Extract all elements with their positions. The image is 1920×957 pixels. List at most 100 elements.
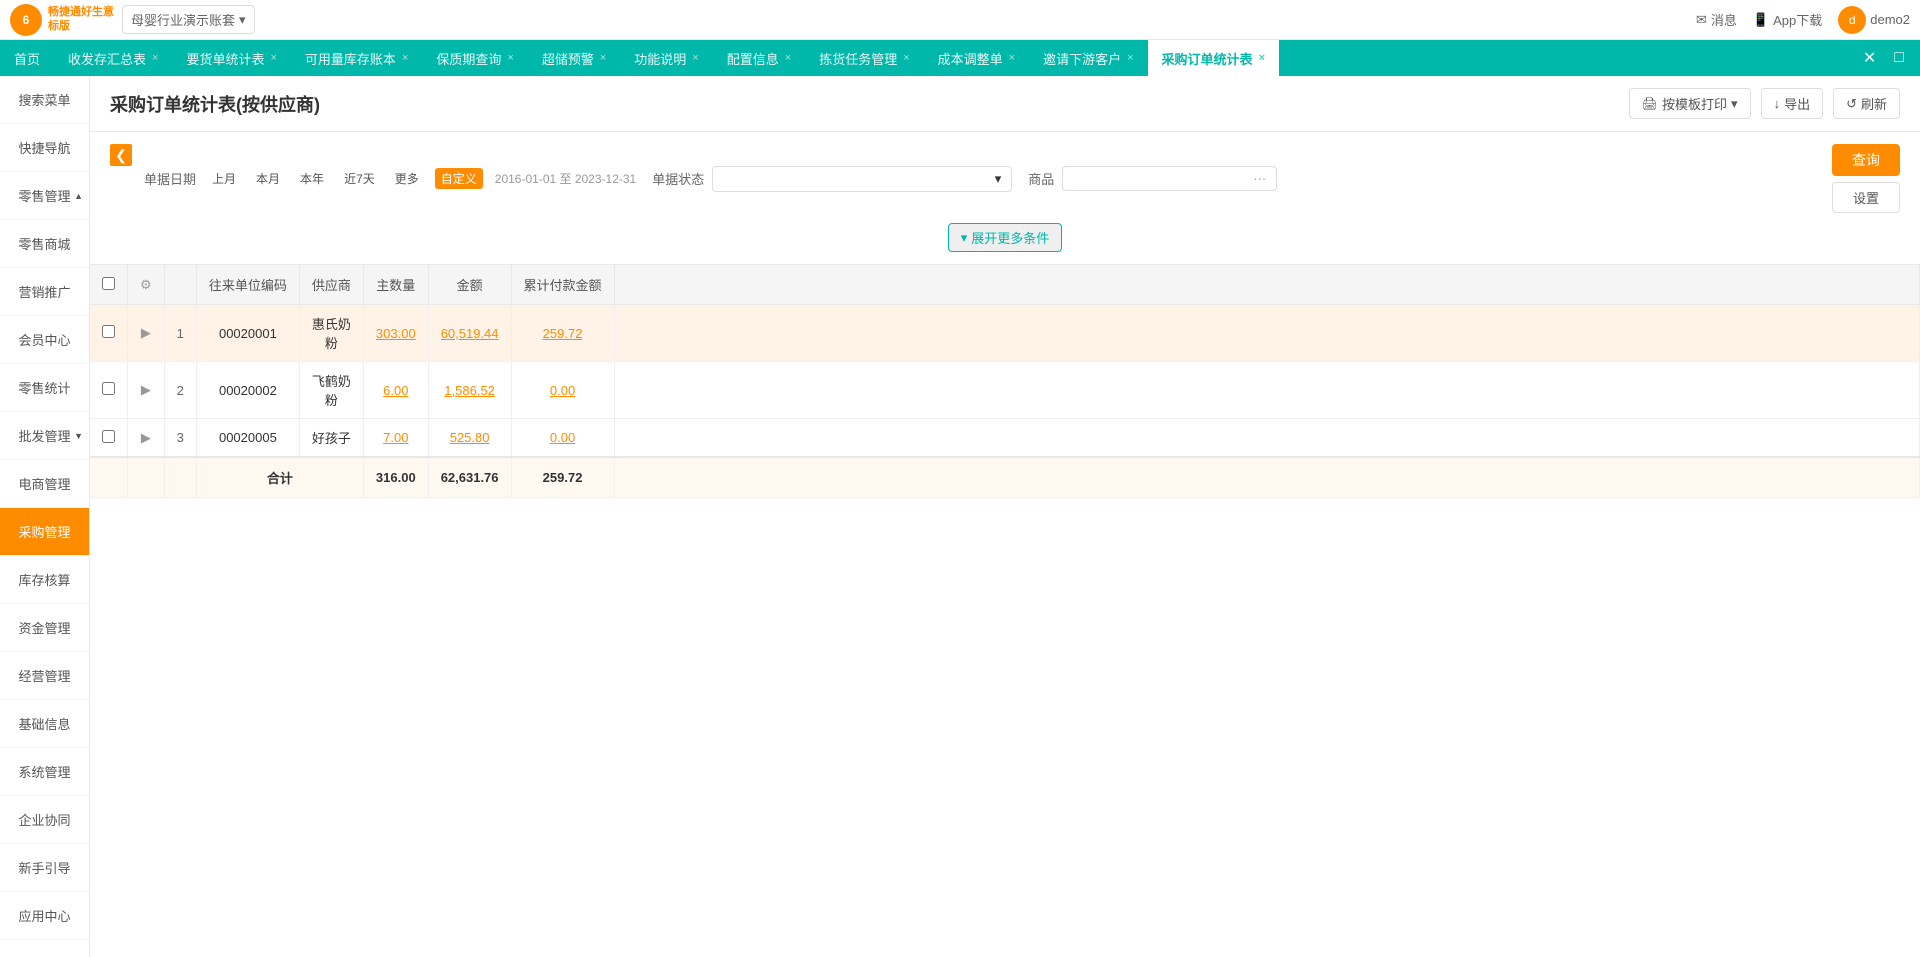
user-area[interactable]: d demo2 <box>1838 6 1910 34</box>
th-code: 往来单位编码 <box>196 265 299 305</box>
workspace-selector[interactable]: 母婴行业演示账套 ▾ <box>122 5 255 34</box>
date-opt-7days[interactable]: 近7天 <box>336 168 383 189</box>
row-checkbox[interactable] <box>102 325 115 338</box>
amount-link[interactable]: 525.80 <box>450 430 490 445</box>
date-opt-more[interactable]: 更多 <box>387 168 427 189</box>
print-button[interactable]: 🖨 按模板打印 ▾ <box>1629 88 1751 119</box>
sidebar-item-wechat[interactable]: 企业微信 <box>0 940 89 957</box>
tab-receive-summary[interactable]: 收发存汇总表 × <box>54 40 172 76</box>
status-select[interactable]: ▾ <box>712 166 1012 192</box>
tab-pick-task-close[interactable]: × <box>903 52 909 64</box>
tab-shelf-life-label: 保质期查询 <box>436 49 501 68</box>
sidebar-item-enterprise[interactable]: 企业协同 <box>0 796 89 844</box>
sidebar-item-search-label: 搜索菜单 <box>0 90 89 109</box>
date-opt-this-month[interactable]: 本月 <box>248 168 288 189</box>
select-all-checkbox[interactable] <box>102 277 115 290</box>
amount-link[interactable]: 1,586.52 <box>444 383 495 398</box>
sidebar: 搜索菜单 快捷导航 零售管理 零售商城 营销推广 会员中心 零售统计 批发管理 … <box>0 76 90 957</box>
status-select-chevron: ▾ <box>995 171 1002 187</box>
th-settings[interactable]: ⚙ <box>128 265 165 305</box>
sidebar-item-wholesale[interactable]: 批发管理 <box>0 412 89 460</box>
cell-amount: 525.80 <box>428 419 511 458</box>
row-checkbox[interactable] <box>102 430 115 443</box>
date-opt-last-month[interactable]: 上月 <box>204 168 244 189</box>
tab-overstock[interactable]: 超储预警 × <box>528 40 620 76</box>
tab-function-desc-close[interactable]: × <box>692 52 698 64</box>
tab-receive-summary-close[interactable]: × <box>152 52 158 64</box>
cell-checkbox <box>90 362 128 419</box>
refresh-button[interactable]: ↺ 刷新 <box>1833 88 1900 119</box>
message-btn[interactable]: ✉ 消息 <box>1696 10 1737 29</box>
table-header-row: ⚙ 往来单位编码 供应商 主数量 金额 累计付款金额 <box>90 265 1920 305</box>
quantity-link[interactable]: 7.00 <box>383 430 408 445</box>
sidebar-item-newbie[interactable]: 新手引导 <box>0 844 89 892</box>
sidebar-item-operations[interactable]: 经营管理 <box>0 652 89 700</box>
tab-invite-customer[interactable]: 邀请下游客户 × <box>1029 40 1147 76</box>
amount-link[interactable]: 60,519.44 <box>441 326 499 341</box>
sidebar-item-purchase[interactable]: 采购管理 <box>0 508 89 556</box>
cell-checkbox <box>90 419 128 458</box>
tab-shelf-life[interactable]: 保质期查询 × <box>422 40 527 76</box>
nav-maximize-btn[interactable]: □ <box>1886 45 1912 71</box>
sidebar-item-search[interactable]: 搜索菜单 <box>0 76 89 124</box>
query-button[interactable]: 查询 <box>1832 144 1900 176</box>
quantity-link[interactable]: 6.00 <box>383 383 408 398</box>
sidebar-item-system[interactable]: 系统管理 <box>0 748 89 796</box>
sidebar-item-app-center[interactable]: 应用中心 <box>0 892 89 940</box>
sidebar-item-ecommerce[interactable]: 电商管理 <box>0 460 89 508</box>
app-download-btn[interactable]: 📱 App下载 <box>1753 10 1822 29</box>
cell-quantity: 7.00 <box>363 419 428 458</box>
paid-link[interactable]: 259.72 <box>543 326 583 341</box>
table-row: ▶ 3 00020005 好孩子 7.00 525.80 0.00 <box>90 419 1920 458</box>
collapse-filter-btn[interactable]: ❮ <box>110 144 132 166</box>
footer-empty3 <box>164 457 196 498</box>
sidebar-item-retail-mgmt[interactable]: 零售管理 <box>0 172 89 220</box>
tab-home[interactable]: 首页 <box>0 40 54 76</box>
sidebar-item-basic-info[interactable]: 基础信息 <box>0 700 89 748</box>
sidebar-item-marketing-label: 营销推广 <box>0 282 89 301</box>
goods-more-icon[interactable]: ··· <box>1253 171 1266 186</box>
sidebar-item-inventory[interactable]: 库存核算 <box>0 556 89 604</box>
filter-content: 单据日期 上月 本月 本年 近7天 更多 自定义 2016-01-01 至 20… <box>144 144 1900 213</box>
sidebar-item-member-center[interactable]: 会员中心 <box>0 316 89 364</box>
tab-shelf-life-close[interactable]: × <box>507 52 513 64</box>
paid-link[interactable]: 0.00 <box>550 383 575 398</box>
settings-button[interactable]: 设置 <box>1832 182 1900 213</box>
tab-function-desc[interactable]: 功能说明 × <box>620 40 712 76</box>
tab-config[interactable]: 配置信息 × <box>713 40 805 76</box>
cell-expand[interactable]: ▶ <box>128 362 165 419</box>
row-checkbox[interactable] <box>102 382 115 395</box>
sidebar-item-retail-mall[interactable]: 零售商城 <box>0 220 89 268</box>
tab-cost-adjust[interactable]: 成本调整单 × <box>924 40 1029 76</box>
cell-paid: 0.00 <box>511 419 614 458</box>
sidebar-item-retail-stats[interactable]: 零售统计 <box>0 364 89 412</box>
sidebar-item-quick-nav[interactable]: 快捷导航 <box>0 124 89 172</box>
cell-expand[interactable]: ▶ <box>128 305 165 362</box>
date-custom-badge[interactable]: 自定义 <box>435 168 483 189</box>
sidebar-item-finance[interactable]: 资金管理 <box>0 604 89 652</box>
column-settings-icon[interactable]: ⚙ <box>140 277 152 292</box>
cell-supplier: 惠氏奶粉 <box>299 305 363 362</box>
tab-available-inventory-close[interactable]: × <box>402 52 408 64</box>
sidebar-item-marketing[interactable]: 营销推广 <box>0 268 89 316</box>
tab-cost-adjust-close[interactable]: × <box>1009 52 1015 64</box>
date-opt-this-year[interactable]: 本年 <box>292 168 332 189</box>
tab-available-inventory[interactable]: 可用量库存账本 × <box>291 40 422 76</box>
tab-pick-task[interactable]: 拣货任务管理 × <box>805 40 923 76</box>
tab-invite-customer-close[interactable]: × <box>1127 52 1133 64</box>
tab-order-stats[interactable]: 要货单统计表 × <box>172 40 290 76</box>
nav-close-btn[interactable]: ✕ <box>1855 44 1884 72</box>
date-filter-label: 单据日期 <box>144 169 196 188</box>
tab-overstock-close[interactable]: × <box>600 52 606 64</box>
export-button[interactable]: ↓ 导出 <box>1761 88 1824 119</box>
cell-extra <box>614 362 1919 419</box>
goods-input[interactable] <box>1073 171 1249 186</box>
tab-config-close[interactable]: × <box>785 52 791 64</box>
quantity-link[interactable]: 303.00 <box>376 326 416 341</box>
cell-expand[interactable]: ▶ <box>128 419 165 458</box>
tab-order-stats-close[interactable]: × <box>270 52 276 64</box>
expand-conditions-btn[interactable]: ▾ 展开更多条件 <box>948 223 1063 252</box>
tab-purchase-stats[interactable]: 采购订单统计表 × <box>1148 40 1279 76</box>
paid-link[interactable]: 0.00 <box>550 430 575 445</box>
tab-purchase-stats-close[interactable]: × <box>1259 52 1265 64</box>
